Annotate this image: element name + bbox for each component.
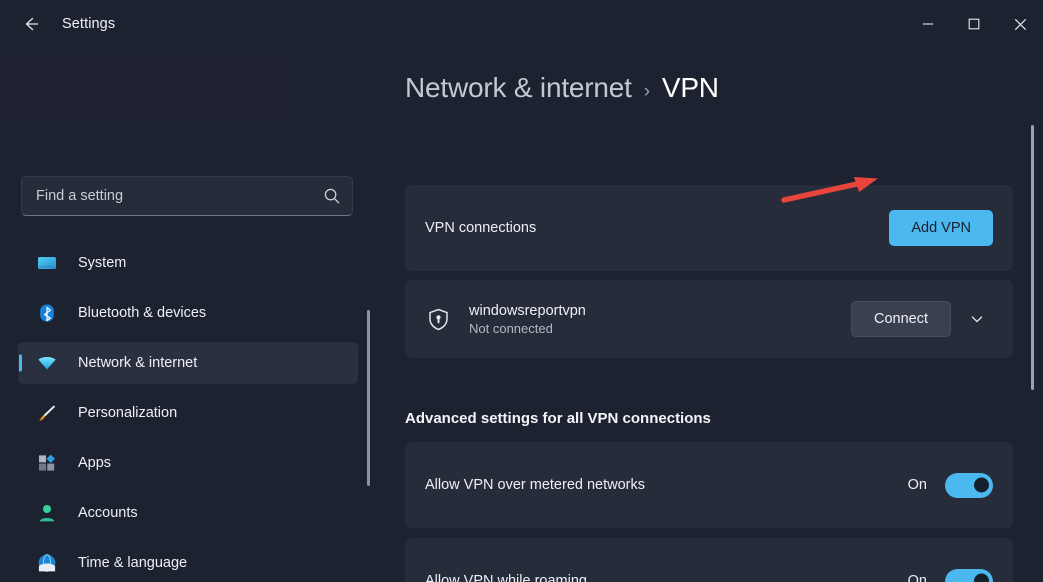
- page-title: VPN: [661, 72, 719, 103]
- wifi-icon: [36, 352, 58, 374]
- toggle-state-label: On: [907, 477, 927, 493]
- maximize-button[interactable]: [951, 0, 997, 48]
- sidebar-item-apps[interactable]: Apps: [18, 442, 358, 484]
- toggle-knob: [974, 573, 989, 582]
- sidebar-item-accounts[interactable]: Accounts: [18, 492, 358, 534]
- connect-button[interactable]: Connect: [850, 301, 951, 337]
- vpn-status: Not connected: [469, 320, 553, 336]
- sidebar-item-system[interactable]: System: [18, 242, 358, 284]
- sidebar-item-time-language[interactable]: Time & language: [18, 542, 358, 582]
- back-button[interactable]: [12, 8, 50, 40]
- setting-label: Allow VPN while roaming: [425, 573, 587, 582]
- title-bar: Settings: [0, 0, 1043, 48]
- window-controls: [905, 0, 1043, 48]
- vpn-entry-row[interactable]: windowsreportvpn Not connected Connect: [405, 280, 1013, 358]
- vpn-entry-expander[interactable]: [961, 303, 993, 335]
- sidebar-item-label: Network & internet: [78, 355, 198, 371]
- roaming-toggle[interactable]: [945, 568, 993, 582]
- search-icon: [324, 188, 340, 204]
- close-icon: [1014, 18, 1026, 30]
- vpn-connections-label: VPN connections: [425, 220, 537, 236]
- search-box[interactable]: [21, 176, 353, 216]
- sidebar-item-label: Bluetooth & devices: [78, 305, 207, 321]
- sidebar-item-network-internet[interactable]: Network & internet: [18, 342, 358, 384]
- back-arrow-icon: [25, 17, 39, 31]
- vpn-name: windowsreportvpn: [469, 302, 586, 319]
- apps-icon: [39, 454, 55, 471]
- minimize-icon: [923, 23, 933, 25]
- search-container: [21, 176, 353, 216]
- app-title: Settings: [62, 16, 116, 32]
- setting-label: Allow VPN over metered networks: [425, 477, 645, 493]
- setting-row-metered-networks: Allow VPN over metered networks On: [405, 442, 1013, 528]
- paintbrush-icon: [36, 402, 58, 424]
- vpn-connections-card: VPN connections Add VPN: [405, 185, 1013, 271]
- sidebar-item-label: System: [78, 255, 127, 271]
- sidebar-item-label: Time & language: [78, 555, 188, 571]
- bluetooth-icon: [36, 302, 58, 324]
- person-icon: [36, 502, 58, 524]
- close-button[interactable]: [997, 0, 1043, 48]
- search-input[interactable]: [36, 188, 322, 204]
- main-scrollbar[interactable]: [1031, 125, 1034, 390]
- shield-lock-icon: [425, 306, 451, 332]
- globe-clock-icon: [36, 552, 58, 574]
- advanced-settings-heading: Advanced settings for all VPN connection…: [405, 410, 711, 427]
- metered-networks-toggle[interactable]: [945, 472, 993, 498]
- setting-row-roaming: Allow VPN while roaming On: [405, 538, 1013, 582]
- sidebar-scrollbar[interactable]: [367, 310, 370, 486]
- sidebar-item-label: Personalization: [78, 405, 178, 421]
- navigation-list: System Bluetooth & devices Network & int…: [18, 242, 358, 582]
- toggle-knob: [974, 477, 989, 493]
- monitor-icon: [36, 252, 58, 274]
- sidebar-item-personalization[interactable]: Personalization: [18, 392, 358, 434]
- minimize-button[interactable]: [905, 0, 951, 48]
- breadcrumb-separator-icon: ›: [643, 81, 650, 102]
- chevron-down-icon: [971, 316, 983, 323]
- user-profile-block: [0, 56, 296, 124]
- sidebar-item-label: Apps: [78, 455, 112, 471]
- sidebar-item-label: Accounts: [78, 505, 138, 521]
- sidebar-item-bluetooth-devices[interactable]: Bluetooth & devices: [18, 292, 358, 334]
- settings-window: Settings Find a setting System Bluetooth…: [0, 0, 1043, 582]
- toggle-state-label: On: [907, 573, 927, 582]
- breadcrumb-parent[interactable]: Network & internet: [405, 72, 632, 104]
- add-vpn-button[interactable]: Add VPN: [889, 210, 993, 246]
- sidebar: System Bluetooth & devices: [0, 48, 388, 582]
- maximize-icon: [968, 18, 980, 30]
- main-content: Network & internet › VPN VPN connections…: [388, 48, 1043, 582]
- breadcrumb: Network & internet › VPN: [405, 72, 719, 104]
